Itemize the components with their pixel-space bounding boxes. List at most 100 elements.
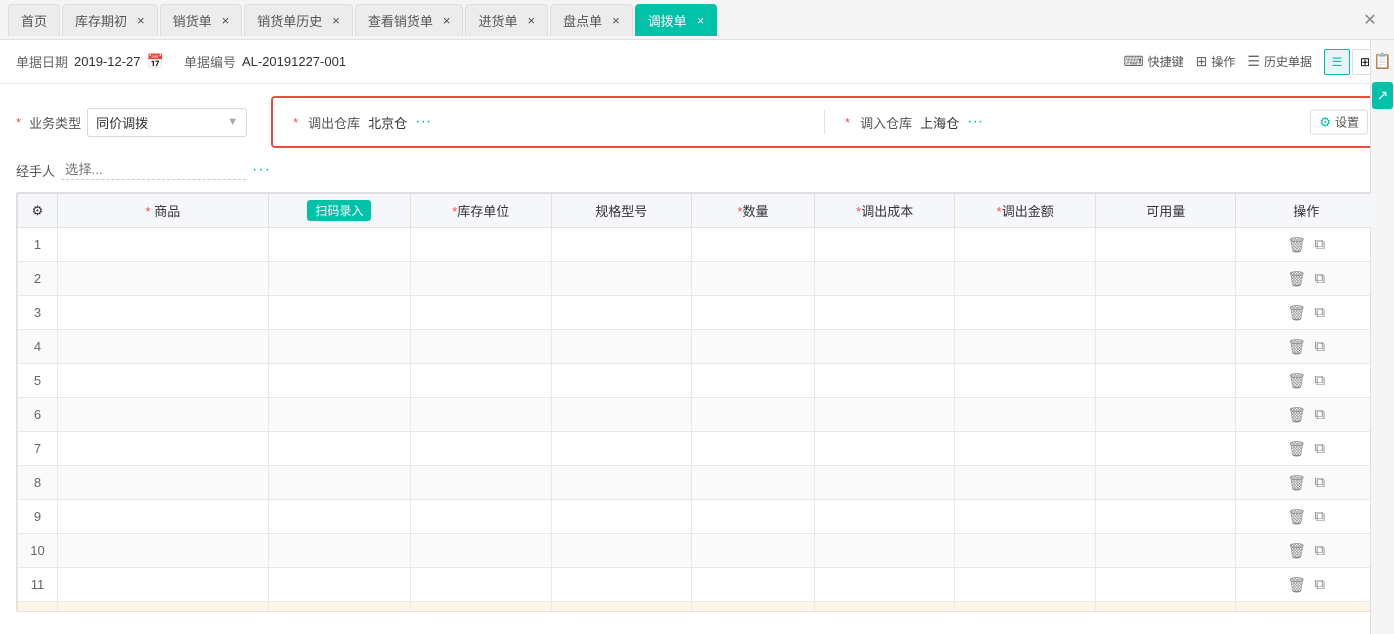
row-spec[interactable] [551, 568, 692, 602]
layout-list-button[interactable]: ☰ [1324, 49, 1350, 75]
row-qty[interactable] [692, 330, 815, 364]
row-unit[interactable] [411, 296, 552, 330]
delete-icon[interactable]: 🗑 [1287, 236, 1306, 254]
history-button[interactable]: ☰ 历史单据 [1247, 53, 1312, 70]
row-product[interactable] [58, 432, 269, 466]
delete-icon[interactable]: 🗑 [1287, 338, 1306, 356]
row-unit[interactable] [411, 228, 552, 262]
row-product[interactable] [58, 296, 269, 330]
tab-view-sales-close[interactable]: × [443, 13, 451, 28]
tab-sales-history-close[interactable]: × [332, 13, 340, 28]
row-amount[interactable] [955, 296, 1096, 330]
window-close-button[interactable]: ✕ [1354, 4, 1386, 36]
row-cost[interactable] [814, 364, 955, 398]
row-qty[interactable] [692, 364, 815, 398]
business-type-select[interactable]: 同价调拨 ▼ [87, 108, 247, 137]
delete-icon[interactable]: 🗑 [1287, 304, 1306, 322]
copy-icon[interactable]: ⧉ [1314, 270, 1325, 287]
tab-home[interactable]: 首页 [8, 4, 60, 36]
copy-icon[interactable]: ⧉ [1314, 474, 1325, 491]
operations-button[interactable]: ⊞ 操作 [1196, 53, 1236, 70]
row-qty[interactable] [692, 568, 815, 602]
row-amount[interactable] [955, 364, 1096, 398]
row-amount[interactable] [955, 228, 1096, 262]
row-unit[interactable] [411, 466, 552, 500]
row-amount[interactable] [955, 500, 1096, 534]
row-unit[interactable] [411, 364, 552, 398]
delete-icon[interactable]: 🗑 [1287, 576, 1306, 594]
copy-icon[interactable]: ⧉ [1314, 236, 1325, 253]
row-product[interactable] [58, 568, 269, 602]
row-qty[interactable] [692, 466, 815, 500]
tab-inventory-init-close[interactable]: × [137, 13, 145, 28]
row-product[interactable] [58, 262, 269, 296]
tab-inventory-init[interactable]: 库存期初 × [62, 4, 158, 36]
delete-icon[interactable]: 🗑 [1287, 372, 1306, 390]
row-cost[interactable] [814, 262, 955, 296]
row-qty[interactable] [692, 534, 815, 568]
row-amount[interactable] [955, 534, 1096, 568]
person-more-icon[interactable]: ··· [252, 161, 271, 179]
row-product[interactable] [58, 330, 269, 364]
delete-icon[interactable]: 🗑 [1287, 542, 1306, 560]
scan-button[interactable]: 扫码录入 [307, 200, 371, 221]
subtotal-copy-icon[interactable]: ⧉ [1314, 610, 1325, 612]
tab-sales-order-close[interactable]: × [222, 13, 230, 28]
row-cost[interactable] [814, 534, 955, 568]
delete-icon[interactable]: 🗑 [1287, 474, 1306, 492]
row-qty[interactable] [692, 398, 815, 432]
shortcuts-button[interactable]: ⌨ 快捷键 [1123, 53, 1183, 70]
row-product[interactable] [58, 500, 269, 534]
subtotal-delete-icon[interactable]: 🗑 [1287, 610, 1306, 613]
tab-sales-order[interactable]: 销货单 × [160, 4, 243, 36]
copy-icon[interactable]: ⧉ [1314, 576, 1325, 593]
row-amount[interactable] [955, 466, 1096, 500]
row-amount[interactable] [955, 398, 1096, 432]
panel-doc-icon[interactable]: 📋 [1369, 48, 1394, 74]
row-product[interactable] [58, 466, 269, 500]
row-unit[interactable] [411, 432, 552, 466]
delete-icon[interactable]: 🗑 [1287, 440, 1306, 458]
tab-purchase-order-close[interactable]: × [527, 13, 535, 28]
calendar-icon[interactable]: 📅 [147, 53, 164, 70]
warehouse-out-more-icon[interactable]: ··· [415, 113, 431, 131]
row-spec[interactable] [551, 228, 692, 262]
row-product[interactable] [58, 534, 269, 568]
row-unit[interactable] [411, 534, 552, 568]
warehouse-in-more-icon[interactable]: ··· [967, 113, 983, 131]
row-qty[interactable] [692, 432, 815, 466]
tab-stocktake[interactable]: 盘点单 × [550, 4, 633, 36]
row-amount[interactable] [955, 568, 1096, 602]
row-spec[interactable] [551, 466, 692, 500]
row-cost[interactable] [814, 432, 955, 466]
row-product[interactable] [58, 364, 269, 398]
row-qty[interactable] [692, 262, 815, 296]
tab-transfer-close[interactable]: × [697, 13, 705, 28]
row-spec[interactable] [551, 262, 692, 296]
row-unit[interactable] [411, 398, 552, 432]
row-cost[interactable] [814, 500, 955, 534]
row-amount[interactable] [955, 330, 1096, 364]
row-cost[interactable] [814, 466, 955, 500]
row-product[interactable] [58, 398, 269, 432]
row-qty[interactable] [692, 228, 815, 262]
row-spec[interactable] [551, 398, 692, 432]
row-amount[interactable] [955, 262, 1096, 296]
row-unit[interactable] [411, 330, 552, 364]
row-unit[interactable] [411, 500, 552, 534]
warehouse-settings-button[interactable]: ⚙ 设置 [1310, 110, 1368, 135]
delete-icon[interactable]: 🗑 [1287, 508, 1306, 526]
copy-icon[interactable]: ⧉ [1314, 304, 1325, 321]
tab-sales-history[interactable]: 销货单历史 × [244, 4, 353, 36]
delete-icon[interactable]: 🗑 [1287, 270, 1306, 288]
row-cost[interactable] [814, 296, 955, 330]
row-spec[interactable] [551, 296, 692, 330]
copy-icon[interactable]: ⧉ [1314, 542, 1325, 559]
copy-icon[interactable]: ⧉ [1314, 406, 1325, 423]
row-unit[interactable] [411, 568, 552, 602]
person-input[interactable] [61, 160, 246, 180]
warehouse-out-value[interactable]: 北京仓 [368, 113, 407, 132]
row-spec[interactable] [551, 534, 692, 568]
row-spec[interactable] [551, 330, 692, 364]
col-header-gear[interactable]: ⚙ [18, 194, 58, 228]
